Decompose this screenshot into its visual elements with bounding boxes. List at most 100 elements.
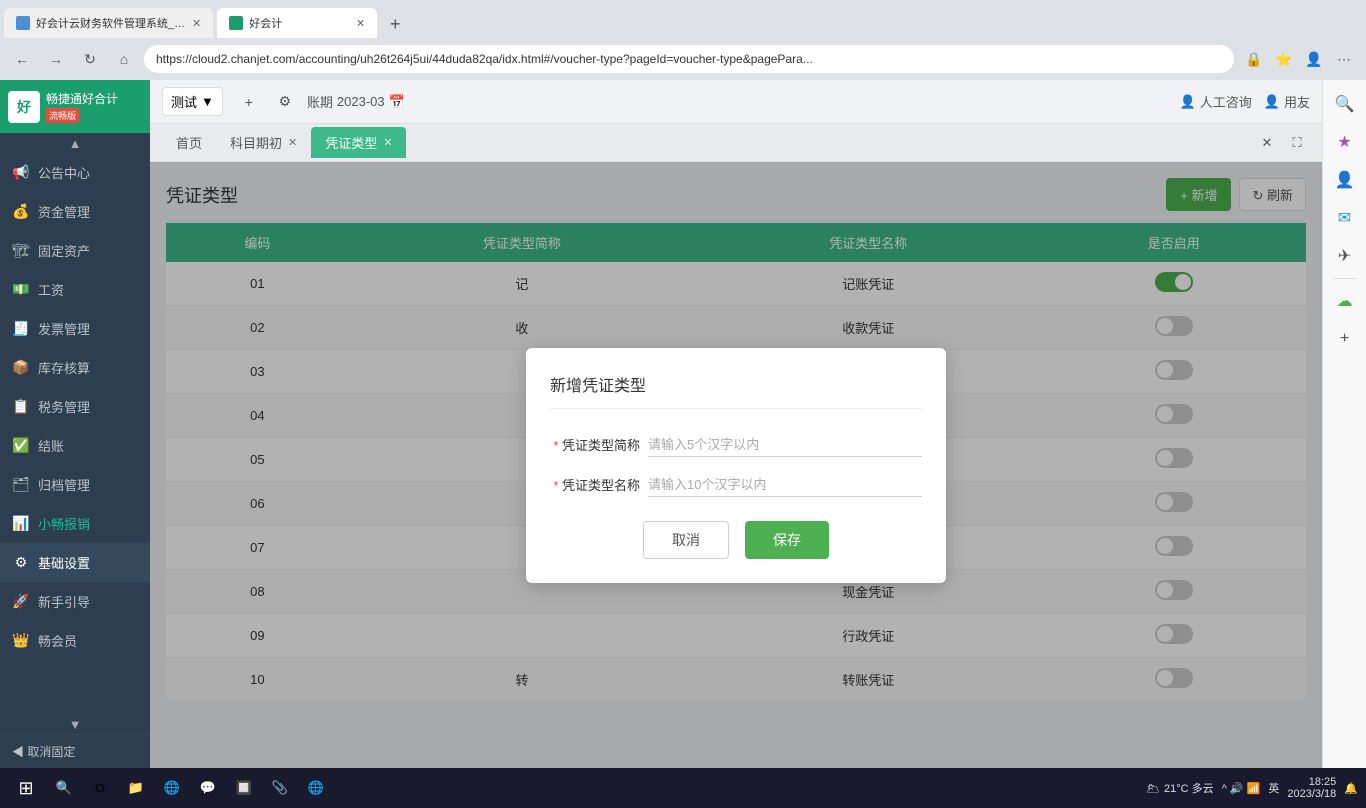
language-btn[interactable]: 英	[1268, 780, 1279, 796]
cancel-button[interactable]: 取消	[643, 521, 729, 559]
add-workspace-btn[interactable]: +	[235, 88, 263, 116]
top-bar: 测试 ▼ + ⚙ 账期 2023-03 📅 👤 人工咨询	[150, 80, 1322, 124]
sidebar-label-checkout: 结账	[38, 436, 64, 455]
tab-voucher-close[interactable]: ✕	[383, 136, 392, 149]
start-button[interactable]: ⊞	[8, 770, 44, 806]
files-btn[interactable]: 📁	[120, 772, 152, 804]
browser-taskbar-btn[interactable]: 🌐	[300, 772, 332, 804]
app-container: 好 畅捷通好合计 流畅版 ▲ 📢 公告中心 💰 资金管理 🏗 固定资产 💵	[0, 80, 1366, 768]
save-button[interactable]: 保存	[745, 521, 829, 559]
sidebar-item-guide[interactable]: 🚀 新手引导	[0, 582, 150, 621]
system-tray[interactable]: ^ 🔊 📶	[1222, 782, 1261, 795]
tab-2-close[interactable]: ✕	[356, 17, 365, 30]
sidebar-item-tax[interactable]: 📋 税务管理	[0, 387, 150, 426]
wechat-btn[interactable]: 💬	[192, 772, 224, 804]
consultant-button[interactable]: 👤 人工咨询	[1180, 92, 1252, 111]
workspace-dropdown-icon: ▼	[201, 94, 214, 109]
sidebar-scroll: 📢 公告中心 💰 资金管理 🏗 固定资产 💵 工资 🧾 发票管理 📦 库	[0, 153, 150, 714]
taskbar: ⊞ 🔍 ⧉ 📁 🌐 💬 🔲 📎 🌐 🌥 21°C 多云 ^ 🔊 📶 英 18:2…	[0, 768, 1366, 808]
tab-subject-close[interactable]: ✕	[288, 136, 297, 149]
period-display: 账期 2023-03 📅	[307, 92, 405, 111]
rp-search-btn[interactable]: 🔍	[1329, 88, 1361, 120]
more-btn[interactable]: ⋯	[1330, 45, 1358, 73]
tab-1-close[interactable]: ✕	[192, 17, 201, 30]
short-input[interactable]	[648, 433, 922, 457]
page-content: 凭证类型 + 新增 ↻ 刷新 编码 凭证类型简称 凭证类型名称 是否启用	[150, 162, 1322, 768]
sidebar-item-inventory[interactable]: 📦 库存核算	[0, 348, 150, 387]
sidebar-item-member[interactable]: 👑 畅会员	[0, 621, 150, 660]
tab-subject[interactable]: 科目期初 ✕	[216, 127, 311, 158]
home-button[interactable]: ⌂	[110, 45, 138, 73]
profile-btn[interactable]: 👤	[1300, 45, 1328, 73]
tab-voucher[interactable]: 凭证类型 ✕	[311, 127, 406, 158]
extensions-btn[interactable]: 🔒	[1240, 45, 1268, 73]
sidebar-item-notice[interactable]: 📢 公告中心	[0, 153, 150, 192]
downloads-btn[interactable]: ⭐	[1270, 45, 1298, 73]
member-icon: 👑	[12, 632, 30, 650]
logo-icon: 好	[8, 91, 40, 123]
modal-title: 新增凭证类型	[550, 372, 922, 409]
tab-home[interactable]: 首页	[162, 127, 216, 158]
sidebar-item-asset[interactable]: 🏗 固定资产	[0, 231, 150, 270]
main-content: 测试 ▼ + ⚙ 账期 2023-03 📅 👤 人工咨询	[150, 80, 1322, 768]
fund-icon: 💰	[12, 203, 30, 221]
rp-star-btn[interactable]: ★	[1329, 126, 1361, 158]
tab-bar: 好会计云财务软件管理系统_会计 ✕ 好会计 ✕ +	[0, 0, 1366, 38]
address-bar: ← → ↻ ⌂ 🔒 ⭐ 👤 ⋯	[0, 38, 1366, 80]
period-calendar-icon: 📅	[389, 94, 405, 110]
tab-expand-btn[interactable]: ⛶	[1284, 130, 1310, 156]
modal-form: 凭证类型简称 凭证类型名称	[550, 433, 922, 497]
workspace-name: 测试	[171, 92, 197, 111]
name-input[interactable]	[648, 473, 922, 497]
workspace-selector[interactable]: 测试 ▼	[162, 87, 223, 116]
consultant-icon: 👤	[1180, 94, 1196, 110]
period-label: 账期	[307, 92, 333, 111]
address-input[interactable]	[144, 45, 1234, 73]
tab-collapse-btn[interactable]: ✕	[1254, 130, 1280, 156]
sidebar-scroll-up[interactable]: ▲	[0, 133, 150, 153]
rp-outlook-btn[interactable]: ✉	[1329, 202, 1361, 234]
back-button[interactable]: ←	[8, 45, 36, 73]
taskbar-right: 🌥 21°C 多云 ^ 🔊 📶 英 18:25 2023/3/18 🔔	[1146, 776, 1358, 800]
sidebar-footer[interactable]: ◀ 取消固定	[0, 734, 150, 768]
sidebar-label-tax: 税务管理	[38, 397, 90, 416]
new-tab-button[interactable]: +	[381, 10, 409, 38]
clip-btn[interactable]: 📎	[264, 772, 296, 804]
tab-home-label: 首页	[176, 133, 202, 152]
asset-icon: 🏗	[12, 242, 30, 260]
browser-tab-1[interactable]: 好会计云财务软件管理系统_会计 ✕	[4, 8, 213, 38]
checkout-icon: ✅	[12, 437, 30, 455]
user-button[interactable]: 👤 用友	[1264, 92, 1310, 111]
rp-cloud-btn[interactable]: ☁	[1329, 285, 1361, 317]
settings-btn[interactable]: ⚙	[271, 88, 299, 116]
reload-button[interactable]: ↻	[76, 45, 104, 73]
notification-btn[interactable]: 🔔	[1344, 782, 1358, 795]
browser-actions: 🔒 ⭐ 👤 ⋯	[1240, 45, 1358, 73]
sidebar-label-inventory: 库存核算	[38, 358, 90, 377]
forward-button[interactable]: →	[42, 45, 70, 73]
sidebar-scroll-down[interactable]: ▼	[0, 714, 150, 734]
report-icon: 📊	[12, 515, 30, 533]
rp-plus-btn[interactable]: +	[1329, 323, 1361, 355]
sidebar-item-archive[interactable]: 🗂 归档管理	[0, 465, 150, 504]
sidebar-item-report[interactable]: 📊 小畅报销	[0, 504, 150, 543]
search-taskbar-btn[interactable]: 🔍	[48, 772, 80, 804]
task-view-btn[interactable]: ⧉	[84, 772, 116, 804]
store-btn[interactable]: 🔲	[228, 772, 260, 804]
form-row-short: 凭证类型简称	[550, 433, 922, 457]
tab-voucher-label: 凭证类型	[325, 133, 377, 152]
sidebar-item-settings[interactable]: ⚙ 基础设置	[0, 543, 150, 582]
inventory-icon: 📦	[12, 359, 30, 377]
clock: 18:25 2023/3/18	[1287, 776, 1336, 800]
rp-feather-btn[interactable]: ✈	[1329, 240, 1361, 272]
sidebar-item-invoice[interactable]: 🧾 发票管理	[0, 309, 150, 348]
edge-btn[interactable]: 🌐	[156, 772, 188, 804]
sidebar-item-salary[interactable]: 💵 工资	[0, 270, 150, 309]
time-display: 18:25	[1287, 776, 1336, 788]
browser-chrome: 好会计云财务软件管理系统_会计 ✕ 好会计 ✕ + ← → ↻ ⌂ 🔒 ⭐ 👤 …	[0, 0, 1366, 80]
rp-user-btn[interactable]: 👤	[1329, 164, 1361, 196]
sidebar-item-fund[interactable]: 💰 资金管理	[0, 192, 150, 231]
sidebar-item-checkout[interactable]: ✅ 结账	[0, 426, 150, 465]
unpin-label: ◀ 取消固定	[12, 743, 75, 760]
browser-tab-2[interactable]: 好会计 ✕	[217, 8, 377, 38]
